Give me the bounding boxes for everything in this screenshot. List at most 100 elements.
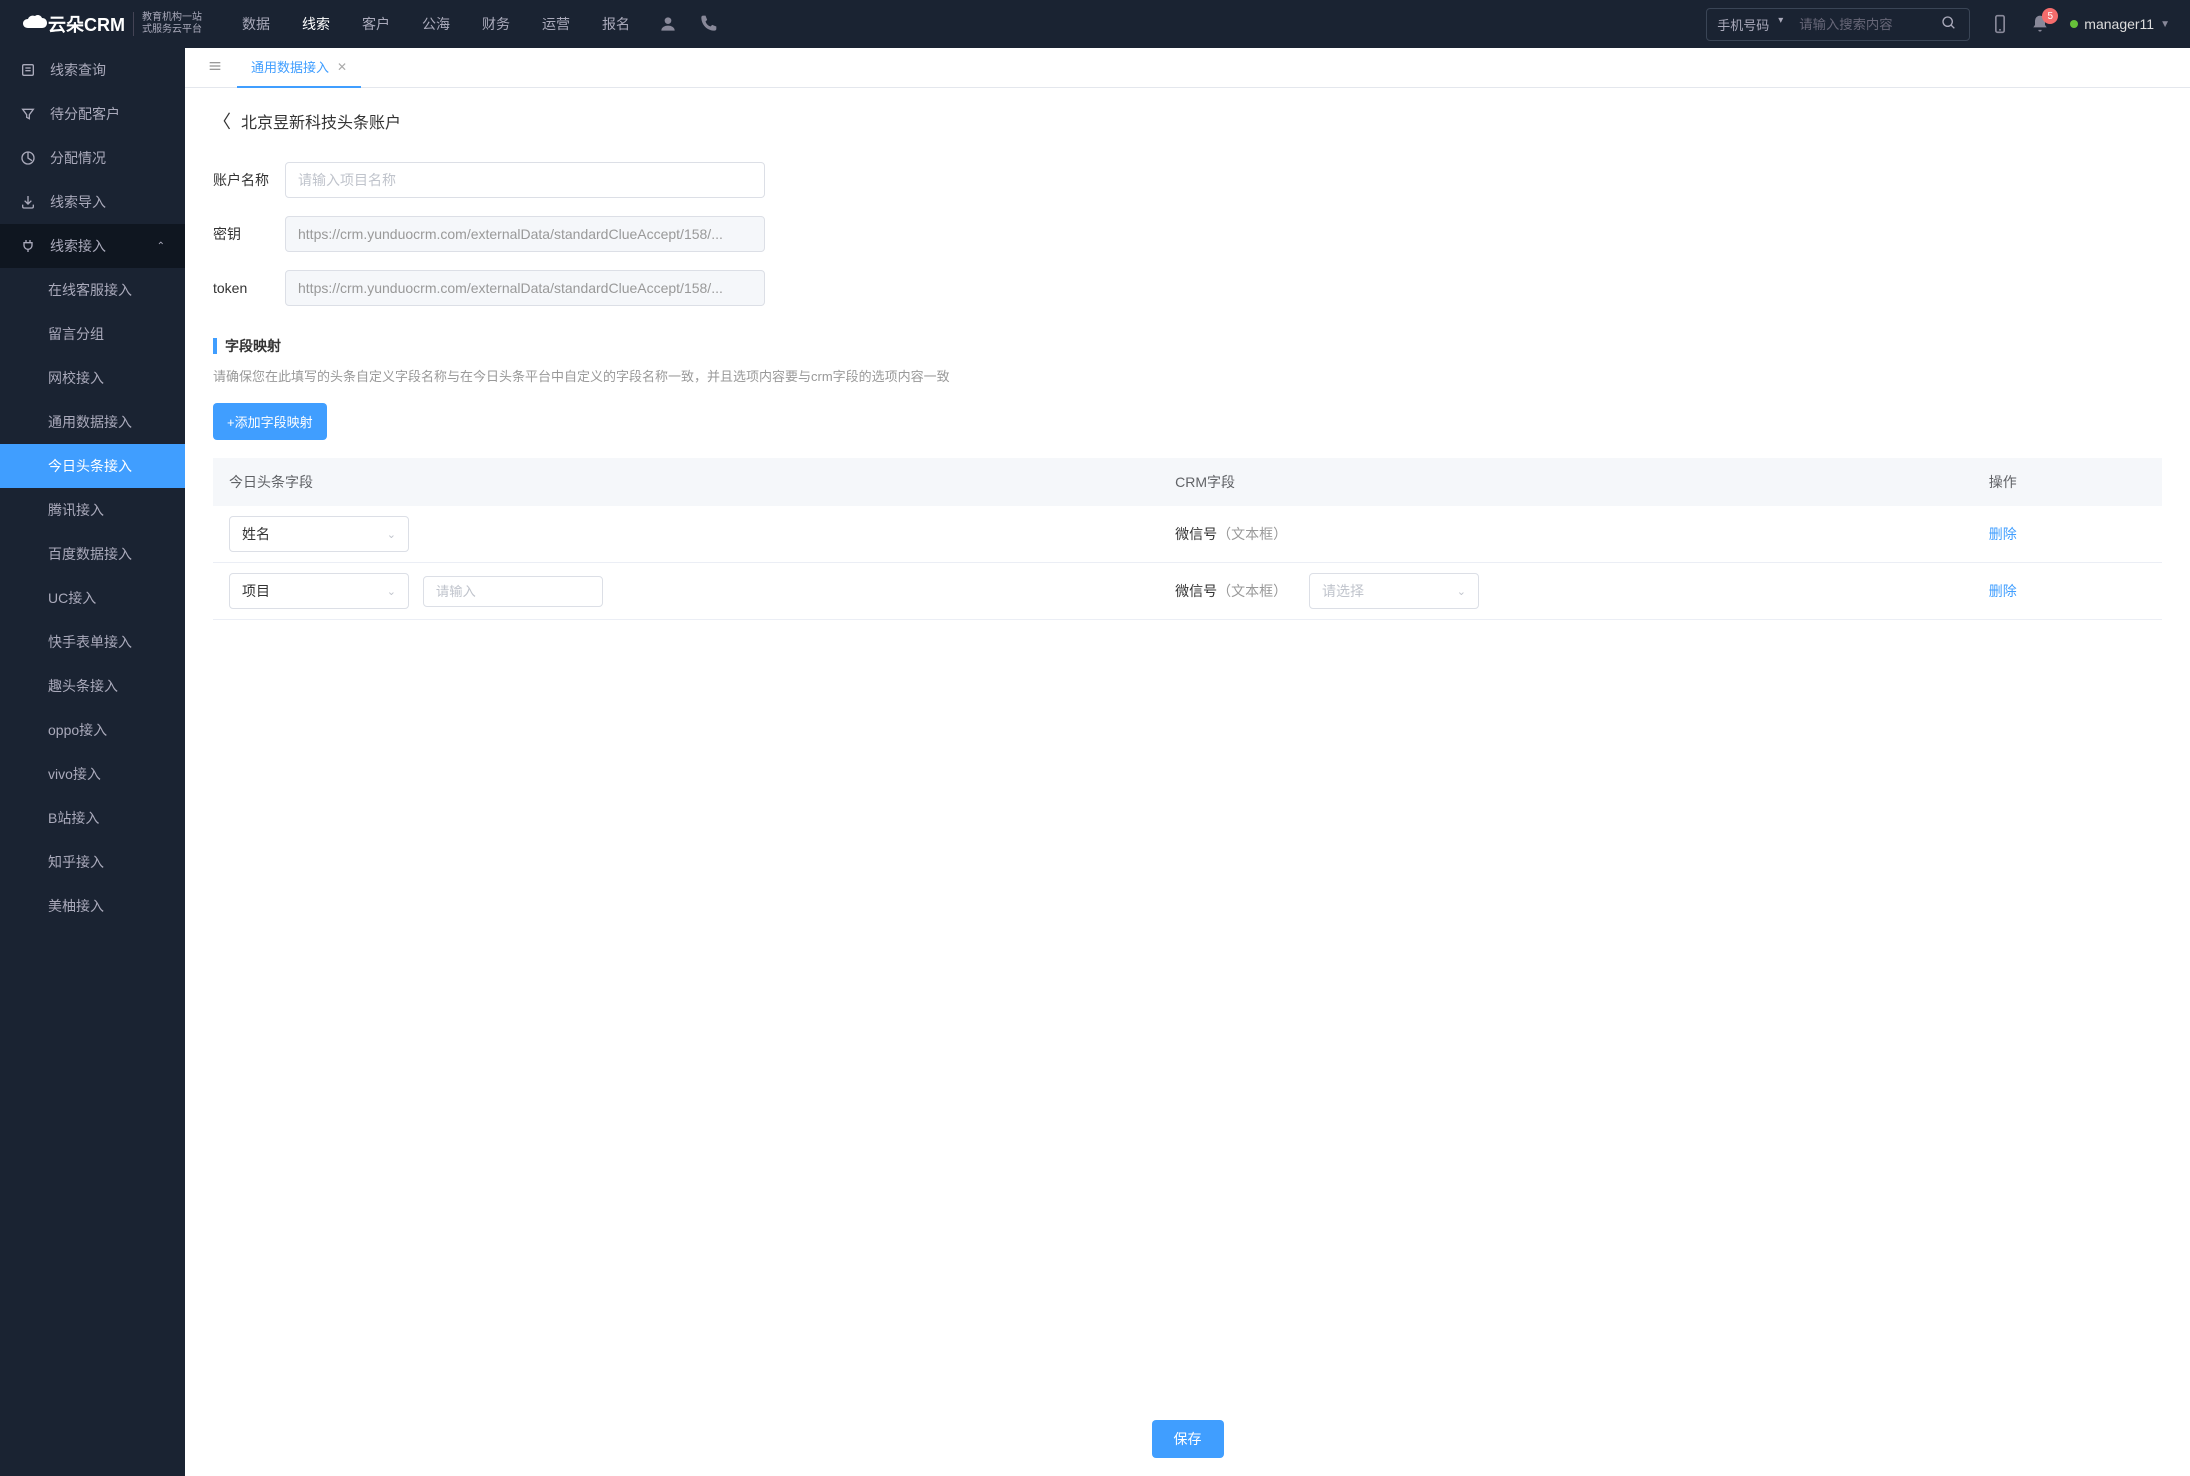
footer: 保存 [185, 1402, 2190, 1476]
section-title-text: 字段映射 [225, 336, 281, 356]
account-name-input[interactable] [285, 162, 765, 198]
nav-finance[interactable]: 财务 [482, 14, 510, 34]
nav-operations[interactable]: 运营 [542, 14, 570, 34]
nav-leads[interactable]: 线索 [302, 14, 330, 34]
sidebar-sub-zhihu[interactable]: 知乎接入 [0, 840, 185, 884]
search-input[interactable] [1789, 11, 1929, 38]
sidebar-item-label: vivo接入 [48, 764, 101, 784]
user-icon[interactable] [658, 14, 678, 34]
sidebar-item-label: 今日头条接入 [48, 456, 132, 476]
logo-mark: 云朵CRM [20, 11, 125, 37]
sidebar-item-pending[interactable]: 待分配客户 [0, 92, 185, 136]
sidebar-sub-toutiao[interactable]: 今日头条接入 [0, 444, 185, 488]
main-nav: 数据 线索 客户 公海 财务 运营 报名 [242, 14, 630, 34]
form-row-token: token [213, 270, 2162, 306]
chevron-down-icon: ⌄ [387, 585, 396, 598]
sidebar-item-label: 在线客服接入 [48, 280, 132, 300]
sidebar-item-label: 分配情况 [50, 148, 106, 168]
sidebar-sub-bilibili[interactable]: B站接入 [0, 796, 185, 840]
toutiao-field-select[interactable]: 姓名 ⌄ [229, 516, 409, 552]
token-input [285, 270, 765, 306]
close-icon[interactable]: ✕ [337, 60, 347, 74]
sidebar-item-lead-query[interactable]: 线索查询 [0, 48, 185, 92]
account-label: 账户名称 [213, 170, 285, 190]
form-row-account: 账户名称 [213, 162, 2162, 198]
section-description: 请确保您在此填写的头条自定义字段名称与在今日头条平台中自定义的字段名称一致，并且… [213, 366, 2162, 385]
notifications-icon[interactable]: 5 [2030, 14, 2050, 34]
select-value: 姓名 [242, 524, 270, 544]
field-mapping-table: 今日头条字段 CRM字段 操作 姓名 ⌄ [213, 458, 2162, 620]
nav-signup[interactable]: 报名 [602, 14, 630, 34]
section-bar [213, 338, 217, 354]
tab-label: 通用数据接入 [251, 57, 329, 76]
tabs-bar: 通用数据接入 ✕ [185, 48, 2190, 88]
sidebar-item-access[interactable]: 线索接入 ⌃ [0, 224, 185, 268]
tab-general-data[interactable]: 通用数据接入 ✕ [237, 48, 361, 88]
tabs-menu-icon[interactable] [193, 58, 237, 77]
search-type-select[interactable]: 手机号码 [1707, 9, 1789, 40]
content: 〈 北京昱新科技头条账户 账户名称 密钥 token 字段映射 请确保您在此填写… [185, 88, 2190, 1402]
sidebar-item-label: 腾讯接入 [48, 500, 104, 520]
user-menu[interactable]: manager11 ▼ [2070, 16, 2170, 32]
sidebar-sub-tencent[interactable]: 腾讯接入 [0, 488, 185, 532]
notification-badge: 5 [2042, 8, 2058, 24]
sidebar-sub-baidu[interactable]: 百度数据接入 [0, 532, 185, 576]
page-title: 北京昱新科技头条账户 [241, 109, 401, 133]
nav-public[interactable]: 公海 [422, 14, 450, 34]
crm-field-select[interactable]: 请选择 ⌄ [1309, 573, 1479, 609]
plug-icon [20, 238, 36, 254]
select-value: 项目 [242, 581, 270, 601]
delete-button[interactable]: 删除 [1989, 524, 2017, 544]
sidebar-item-label: 线索接入 [50, 236, 106, 256]
save-button[interactable]: 保存 [1152, 1420, 1224, 1458]
sidebar-sub-message[interactable]: 留言分组 [0, 312, 185, 356]
sidebar-sub-online[interactable]: 在线客服接入 [0, 268, 185, 312]
top-header: 云朵CRM 教育机构一站 式服务云平台 数据 线索 客户 公海 财务 运营 报名… [0, 0, 2190, 48]
back-button[interactable]: 〈 [213, 108, 231, 134]
section-title: 字段映射 [213, 336, 2162, 356]
sidebar-sub-general[interactable]: 通用数据接入 [0, 400, 185, 444]
secret-label: 密钥 [213, 224, 285, 244]
sidebar-item-label: 线索导入 [50, 192, 106, 212]
secret-input [285, 216, 765, 252]
user-name: manager11 [2084, 16, 2154, 32]
sidebar-sub-kuaishou[interactable]: 快手表单接入 [0, 620, 185, 664]
table-row: 姓名 ⌄ 微信号（文本框） 删除 [213, 506, 2162, 563]
sidebar-sub-uc[interactable]: UC接入 [0, 576, 185, 620]
select-placeholder: 请选择 [1322, 581, 1364, 601]
sidebar: 线索查询 待分配客户 分配情况 线索导入 线索接入 ⌃ 在线客服接入 留言分组 … [0, 48, 185, 1476]
nav-customers[interactable]: 客户 [362, 14, 390, 34]
chevron-down-icon: ⌄ [387, 528, 396, 541]
search-button[interactable] [1929, 9, 1969, 40]
sidebar-item-label: oppo接入 [48, 720, 107, 740]
sidebar-sub-meiyou[interactable]: 美柚接入 [0, 884, 185, 928]
toutiao-field-select[interactable]: 项目 ⌄ [229, 573, 409, 609]
sidebar-sub-qutoutiao[interactable]: 趣头条接入 [0, 664, 185, 708]
toutiao-custom-input[interactable] [423, 576, 603, 607]
token-label: token [213, 280, 285, 296]
nav-data[interactable]: 数据 [242, 14, 270, 34]
sidebar-item-label: 趣头条接入 [48, 676, 118, 696]
table-header-action: 操作 [1973, 458, 2162, 506]
logo-subtitle: 教育机构一站 式服务云平台 [133, 12, 202, 36]
delete-button[interactable]: 删除 [1989, 581, 2017, 601]
sidebar-submenu: 在线客服接入 留言分组 网校接入 通用数据接入 今日头条接入 腾讯接入 百度数据… [0, 268, 185, 928]
mobile-icon[interactable] [1990, 14, 2010, 34]
sidebar-item-import[interactable]: 线索导入 [0, 180, 185, 224]
sidebar-item-label: 知乎接入 [48, 852, 104, 872]
chevron-down-icon: ▼ [2160, 19, 2170, 30]
phone-icon[interactable] [698, 14, 718, 34]
table-row: 项目 ⌄ 微信号（文本框） 请选择 ⌄ [213, 563, 2162, 620]
search-group: 手机号码 [1706, 8, 1970, 41]
filter-icon [20, 106, 36, 122]
chevron-down-icon: ⌄ [1457, 585, 1466, 598]
import-icon [20, 194, 36, 210]
sidebar-sub-school[interactable]: 网校接入 [0, 356, 185, 400]
sidebar-item-allocation[interactable]: 分配情况 [0, 136, 185, 180]
list-icon [20, 62, 36, 78]
sidebar-sub-oppo[interactable]: oppo接入 [0, 708, 185, 752]
sidebar-item-label: B站接入 [48, 808, 99, 828]
chart-icon [20, 150, 36, 166]
sidebar-sub-vivo[interactable]: vivo接入 [0, 752, 185, 796]
add-field-mapping-button[interactable]: +添加字段映射 [213, 403, 327, 440]
